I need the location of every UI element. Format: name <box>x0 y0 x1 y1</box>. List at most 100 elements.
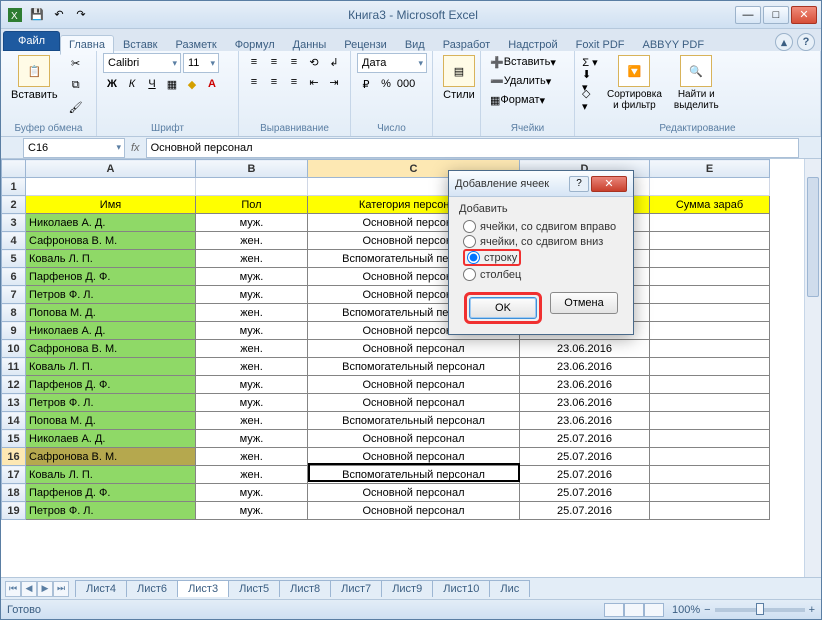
cell-name[interactable]: Николаев А. Д. <box>26 214 196 232</box>
zoom-out-icon[interactable]: − <box>704 604 710 616</box>
cell-gender[interactable]: жен. <box>196 448 308 466</box>
redo-icon[interactable]: ↷ <box>71 5 91 25</box>
sheet-tab-Лист7[interactable]: Лист7 <box>330 580 382 597</box>
cell-name[interactable]: Парфенов Д. Ф. <box>26 376 196 394</box>
select-all-corner[interactable] <box>2 160 26 178</box>
cell-sum[interactable] <box>650 376 770 394</box>
dialog-close-button[interactable]: ✕ <box>591 176 627 192</box>
cell-gender[interactable]: муж. <box>196 502 308 520</box>
row-header-2[interactable]: 2 <box>2 196 26 214</box>
row-header-17[interactable]: 17 <box>2 466 26 484</box>
find-select-button[interactable]: 🔍 Найти и выделить <box>670 53 723 113</box>
cell-sum[interactable] <box>650 340 770 358</box>
row-header-9[interactable]: 9 <box>2 322 26 340</box>
cell-sum[interactable] <box>650 466 770 484</box>
wrap-text-icon[interactable]: ↲ <box>325 53 343 71</box>
tab-file[interactable]: Файл <box>3 31 60 51</box>
cell-sum[interactable] <box>650 268 770 286</box>
cell-name[interactable]: Петров Ф. Л. <box>26 394 196 412</box>
radio-option-1[interactable]: ячейки, со сдвигом вниз <box>463 234 623 249</box>
cut-icon[interactable]: ✂ <box>66 53 86 73</box>
cell-gender[interactable]: муж. <box>196 286 308 304</box>
format-painter-icon[interactable]: 🖌 <box>66 97 86 117</box>
cell-name[interactable]: Сафронова В. М. <box>26 232 196 250</box>
row-header-8[interactable]: 8 <box>2 304 26 322</box>
cell-name[interactable]: Попова М. Д. <box>26 304 196 322</box>
cell-name[interactable]: Коваль Л. П. <box>26 358 196 376</box>
undo-icon[interactable]: ↶ <box>49 5 69 25</box>
row-header-5[interactable]: 5 <box>2 250 26 268</box>
paste-button[interactable]: 📋 Вставить <box>7 53 62 103</box>
cell-date[interactable]: 25.07.2016 <box>520 448 650 466</box>
cell-category[interactable]: Основной персонал <box>308 430 520 448</box>
cell-date[interactable]: 23.06.2016 <box>520 394 650 412</box>
sort-filter-button[interactable]: 🔽 Сортировка и фильтр <box>603 53 666 113</box>
cell-category[interactable]: Основной персонал <box>308 394 520 412</box>
row-header-16[interactable]: 16 <box>2 448 26 466</box>
zoom-slider[interactable] <box>715 608 805 612</box>
sheet-tab-Лист8[interactable]: Лист8 <box>279 580 331 597</box>
number-format-combo[interactable]: Дата <box>357 53 427 73</box>
cell-name[interactable]: Петров Ф. Л. <box>26 286 196 304</box>
row-header-4[interactable]: 4 <box>2 232 26 250</box>
cell-gender[interactable]: муж. <box>196 394 308 412</box>
row-header-11[interactable]: 11 <box>2 358 26 376</box>
sheet-nav-next-icon[interactable]: ▶ <box>37 581 53 597</box>
align-bottom-icon[interactable]: ≡ <box>285 53 303 71</box>
close-button[interactable]: ✕ <box>791 6 817 24</box>
maximize-button[interactable]: □ <box>763 6 789 24</box>
cell-name[interactable]: Сафронова В. М. <box>26 340 196 358</box>
cell-name[interactable]: Коваль Л. П. <box>26 250 196 268</box>
cell-gender[interactable]: жен. <box>196 412 308 430</box>
cell-sum[interactable] <box>650 502 770 520</box>
radio-input-3[interactable] <box>463 268 476 281</box>
view-layout-icon[interactable] <box>624 603 644 617</box>
copy-icon[interactable]: ⧉ <box>66 75 86 95</box>
align-right-icon[interactable]: ≡ <box>285 73 303 91</box>
cell-category[interactable]: Вспомогательный персонал <box>308 358 520 376</box>
italic-button[interactable]: К <box>123 75 141 93</box>
cells-delete-button[interactable]: ➖ Удалить ▾ <box>487 72 554 90</box>
comma-icon[interactable]: 000 <box>397 75 415 93</box>
row-header-15[interactable]: 15 <box>2 430 26 448</box>
orientation-icon[interactable]: ⟲ <box>305 53 323 71</box>
cell-sum[interactable] <box>650 322 770 340</box>
worksheet-grid[interactable]: ABCDE12ИмяПолКатегория персоналаДата при… <box>1 159 821 577</box>
styles-button[interactable]: ▤ Стили <box>439 53 479 103</box>
sheet-nav-first-icon[interactable]: ⏮ <box>5 581 21 597</box>
cell-date[interactable]: 25.07.2016 <box>520 430 650 448</box>
underline-button[interactable]: Ч <box>143 75 161 93</box>
cell-date[interactable]: 25.07.2016 <box>520 502 650 520</box>
cell-gender[interactable]: жен. <box>196 304 308 322</box>
align-top-icon[interactable]: ≡ <box>245 53 263 71</box>
sheet-tab-Лист4[interactable]: Лист4 <box>75 580 127 597</box>
sheet-tab-Лис[interactable]: Лис <box>489 580 530 597</box>
radio-option-0[interactable]: ячейки, со сдвигом вправо <box>463 219 623 234</box>
col-header-B[interactable]: B <box>196 160 308 178</box>
row-header-13[interactable]: 13 <box>2 394 26 412</box>
fx-icon[interactable]: fx <box>131 142 140 154</box>
row-header-7[interactable]: 7 <box>2 286 26 304</box>
excel-icon[interactable]: X <box>5 5 25 25</box>
cell-category[interactable]: Основной персонал <box>308 448 520 466</box>
cancel-button[interactable]: Отмена <box>550 292 618 314</box>
sheet-tab-Лист3[interactable]: Лист3 <box>177 580 229 597</box>
radio-input-2[interactable] <box>467 251 480 264</box>
cell-gender[interactable]: муж. <box>196 322 308 340</box>
cell-sum[interactable] <box>650 286 770 304</box>
zoom-in-icon[interactable]: + <box>809 604 815 616</box>
cell-gender[interactable]: жен. <box>196 466 308 484</box>
cell-date[interactable]: 23.06.2016 <box>520 376 650 394</box>
cell-date[interactable]: 23.06.2016 <box>520 340 650 358</box>
sheet-nav-last-icon[interactable]: ⏭ <box>53 581 69 597</box>
row-header-3[interactable]: 3 <box>2 214 26 232</box>
cell-gender[interactable]: муж. <box>196 376 308 394</box>
cells-format-button[interactable]: ▦ Формат ▾ <box>487 91 548 109</box>
radio-option-3[interactable]: столбец <box>463 267 623 282</box>
view-pagebreak-icon[interactable] <box>644 603 664 617</box>
cell-category[interactable]: Вспомогательный персонал <box>308 412 520 430</box>
radio-input-1[interactable] <box>463 235 476 248</box>
align-middle-icon[interactable]: ≡ <box>265 53 283 71</box>
row-header-14[interactable]: 14 <box>2 412 26 430</box>
name-box[interactable]: C16 <box>23 138 125 158</box>
